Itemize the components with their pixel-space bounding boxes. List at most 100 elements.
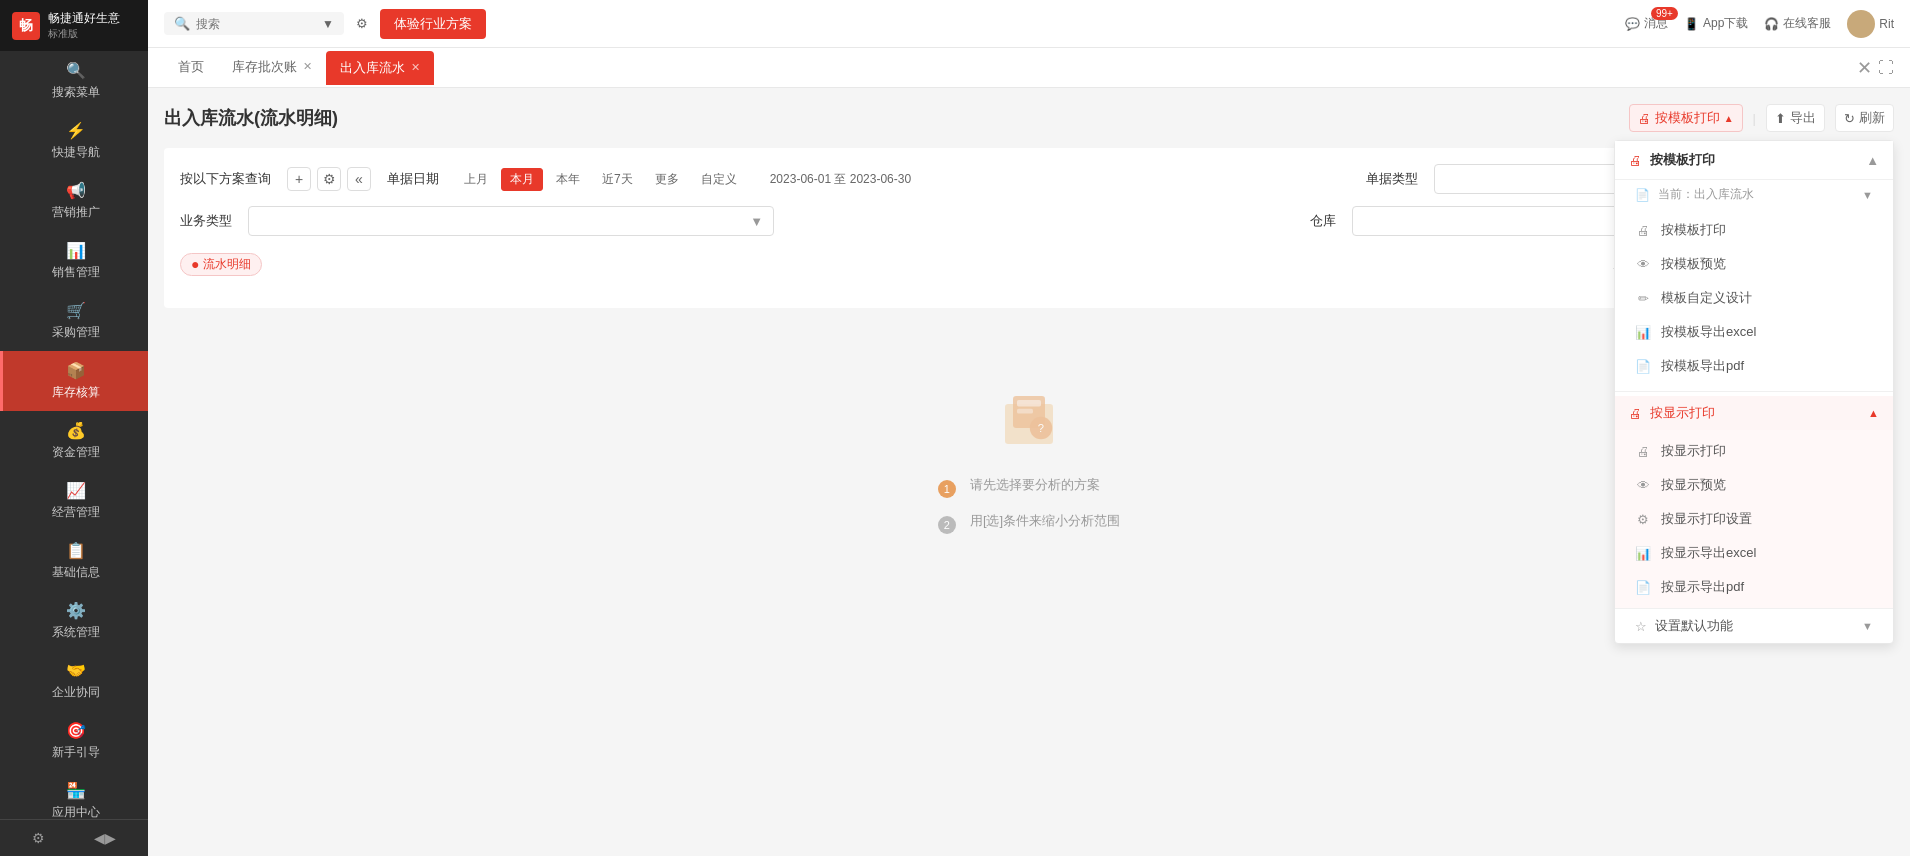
sidebar-item-collab[interactable]: 🤝 企业协同 [0,651,148,711]
more-btn[interactable]: 更多 [646,168,688,191]
warehouse-label: 仓库 [1310,212,1336,230]
pdf-icon-1: 📄 [1635,358,1651,374]
topbar-search-box[interactable]: 🔍 ▼ [164,12,344,35]
sidebar-nav: 🔍 搜索菜单 ⚡ 快捷导航 📢 营销推广 📊 销售管理 🛒 采购管理 📦 库存核… [0,51,148,819]
export-btn[interactable]: ⬆ 导出 [1766,104,1825,132]
last-month-btn[interactable]: 上月 [455,168,497,191]
sidebar-item-purchase[interactable]: 🛒 采购管理 [0,291,148,351]
business-type-label: 业务类型 [180,212,232,230]
add-filter-btn[interactable]: + [287,167,311,191]
this-month-btn[interactable]: 本月 [501,168,543,191]
sidebar-item-label: 新手引导 [52,744,100,761]
set-default-item[interactable]: ☆ 设置默认功能 ▼ [1615,608,1893,643]
business-type-select[interactable]: ▼ [248,206,774,236]
default-icon: ☆ [1635,619,1647,634]
active-filter-tag: ● 流水明细 [180,253,262,276]
tab-home-label: 首页 [178,58,204,76]
template-print-item[interactable]: 🖨 按模板打印 [1615,213,1893,247]
business-type-chevron: ▼ [750,214,763,229]
close-window-btn[interactable]: ✕ [1857,57,1872,79]
print-dropdown-title-area: 🖨 按模板打印 [1629,151,1715,169]
topbar: 🔍 ▼ ⚙ 体验行业方案 💬 消息 99+ 📱 App下载 🎧 在线客服 Rit [148,0,1910,48]
hint-2-num: 2 [938,516,956,534]
sidebar-item-appcenter[interactable]: 🏪 应用中心 [0,771,148,819]
tab-flow[interactable]: 出入库流水 ✕ [326,51,434,85]
this-year-btn[interactable]: 本年 [547,168,589,191]
sidebar-item-sales[interactable]: 📊 销售管理 [0,231,148,291]
template-export-pdf-item[interactable]: 📄 按模板导出pdf [1615,349,1893,383]
display-print-settings-label: 按显示打印设置 [1661,510,1752,528]
date-quick-btns: 上月 本月 本年 近7天 更多 自定义 [455,168,746,191]
tab-bar: 首页 库存批次账 ✕ 出入库流水 ✕ ✕ ⛶ [148,48,1910,88]
collapse-sidebar-btn[interactable]: ◀▶ [94,830,116,846]
preview-icon-2: 👁 [1635,477,1651,493]
display-preview-item[interactable]: 👁 按显示预览 [1615,468,1893,502]
topbar-settings-icon[interactable]: ⚙ [356,16,368,31]
sidebar-item-basic[interactable]: 📋 基础信息 [0,531,148,591]
sidebar-item-system[interactable]: ⚙️ 系统管理 [0,591,148,651]
tab-batch-close[interactable]: ✕ [303,60,312,73]
sidebar-item-search[interactable]: 🔍 搜索菜单 [0,51,148,111]
logo-icon: 畅 [12,12,40,40]
template-export-pdf-label: 按模板导出pdf [1661,357,1744,375]
page-title: 出入库流水(流水明细) [164,106,338,130]
refresh-btn[interactable]: ↻ 刷新 [1835,104,1894,132]
sidebar-item-finance[interactable]: 💰 资金管理 [0,411,148,471]
sidebar-item-quicknav[interactable]: ⚡ 快捷导航 [0,111,148,171]
template-preview-item[interactable]: 👁 按模板预览 [1615,247,1893,281]
last7-btn[interactable]: 近7天 [593,168,642,191]
hint-2: 2 用[选]条件来缩小分析范围 [938,512,1120,538]
sidebar-item-inventory[interactable]: 📦 库存核算 [0,351,148,411]
current-icon: 📄 [1635,188,1650,202]
messages-btn[interactable]: 💬 消息 99+ [1625,15,1668,32]
maximize-window-btn[interactable]: ⛶ [1878,59,1894,77]
custom-btn[interactable]: 自定义 [692,168,746,191]
sidebar-item-label: 销售管理 [52,264,100,281]
tab-batch[interactable]: 库存批次账 ✕ [218,50,326,86]
topbar-right: 💬 消息 99+ 📱 App下载 🎧 在线客服 Rit [1625,10,1894,38]
date-field-label: 单据日期 [387,170,439,188]
user-avatar-area[interactable]: Rit [1847,10,1894,38]
search-icon: 🔍 [66,61,86,80]
template-custom-item[interactable]: ✏ 模板自定义设计 [1615,281,1893,315]
sidebar-item-marketing[interactable]: 📢 营销推广 [0,171,148,231]
template-export-excel-item[interactable]: 📊 按模板导出excel [1615,315,1893,349]
display-print-group[interactable]: 🖨 按显示打印 ▲ [1615,396,1893,430]
appcenter-icon: 🏪 [66,781,86,800]
tab-batch-label: 库存批次账 [232,58,297,76]
customer-service-label: 在线客服 [1783,15,1831,32]
logo-title: 畅捷通好生意 [48,10,120,27]
display-print-section: 🖨 按显示打印 👁 按显示预览 ⚙ 按显示打印设置 📊 [1615,430,1893,608]
sidebar: 畅 畅捷通好生意 标准版 🔍 搜索菜单 ⚡ 快捷导航 📢 营销推广 📊 销售管理… [0,0,148,856]
sidebar-item-guide[interactable]: 🎯 新手引导 [0,711,148,771]
display-export-excel-item[interactable]: 📊 按显示导出excel [1615,536,1893,570]
finance-icon: 💰 [66,421,86,440]
settings-bottom-btn[interactable]: ⚙ [32,830,45,846]
excel-icon-2: 📊 [1635,545,1651,561]
print-dropdown: 🖨 按模板打印 ▲ 📄 当前：出入库流水 ▼ [1614,140,1894,644]
sidebar-item-operation[interactable]: 📈 经营管理 [0,471,148,531]
filter-scheme-label: 按以下方案查询 [180,170,271,188]
display-export-excel-label: 按显示导出excel [1661,544,1756,562]
date-range-display: 2023-06-01 至 2023-06-30 [770,171,911,188]
hint-1: 1 请先选择要分析的方案 [938,476,1100,502]
settings-filter-btn[interactable]: ⚙ [317,167,341,191]
headset-icon: 🎧 [1764,17,1779,31]
print-dropdown-title: 按模板打印 [1650,151,1715,169]
print-dropdown-header[interactable]: 🖨 按模板打印 ▲ [1615,141,1893,180]
print-template-btn[interactable]: 🖨 按模板打印 ▲ [1629,104,1743,132]
tab-home[interactable]: 首页 [164,50,218,86]
tab-flow-close[interactable]: ✕ [411,61,420,74]
customer-service-btn[interactable]: 🎧 在线客服 [1764,15,1831,32]
sidebar-item-label: 采购管理 [52,324,100,341]
display-print-item[interactable]: 🖨 按显示打印 [1615,434,1893,468]
trial-btn[interactable]: 体验行业方案 [380,9,486,39]
quicknav-icon: ⚡ [66,121,86,140]
display-export-pdf-item[interactable]: 📄 按显示导出pdf [1615,570,1893,604]
sidebar-item-label: 系统管理 [52,624,100,641]
display-print-settings-item[interactable]: ⚙ 按显示打印设置 [1615,502,1893,536]
app-download-btn[interactable]: 📱 App下载 [1684,15,1748,32]
search-dropdown-btn[interactable]: ▼ [322,17,334,31]
search-input[interactable] [196,17,316,31]
collapse-filter-btn[interactable]: « [347,167,371,191]
